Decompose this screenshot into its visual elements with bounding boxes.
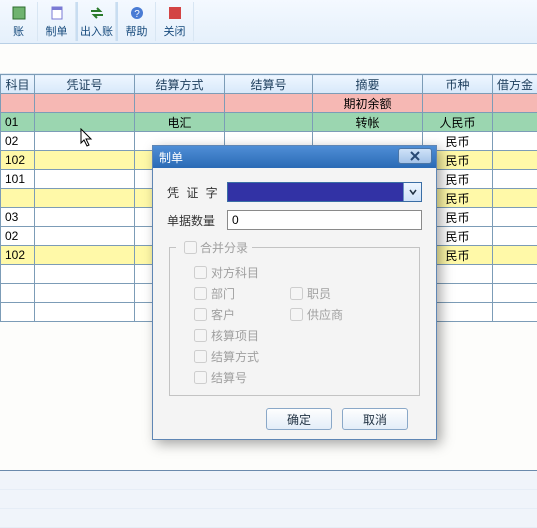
voucher-word-combo[interactable] bbox=[227, 182, 422, 202]
table-cell: 01 bbox=[1, 113, 35, 132]
table-cell bbox=[1, 94, 35, 113]
merge-group-legend: 合并分录 bbox=[176, 238, 252, 257]
table-cell bbox=[35, 227, 135, 246]
help-icon: ? bbox=[129, 5, 145, 21]
toolbar-btn-help[interactable]: ? 帮助 bbox=[118, 2, 156, 41]
table-cell: 人民币 bbox=[423, 113, 493, 132]
chk-settle-no[interactable]: 结算号 bbox=[190, 368, 286, 387]
th-settle-mode[interactable]: 结算方式 bbox=[135, 75, 225, 94]
table-cell bbox=[35, 246, 135, 265]
table-cell bbox=[35, 189, 135, 208]
book-icon bbox=[11, 5, 27, 21]
chk-dept[interactable]: 部门 bbox=[190, 284, 286, 303]
table-cell bbox=[1, 303, 35, 322]
toolbar-label: 关闭 bbox=[164, 23, 186, 39]
table-cell bbox=[1, 284, 35, 303]
toolbar-label: 制单 bbox=[46, 23, 68, 39]
dialog-titlebar[interactable]: 制单 bbox=[153, 146, 436, 168]
table-cell bbox=[493, 284, 537, 303]
transfer-icon bbox=[89, 5, 105, 21]
table-cell bbox=[493, 208, 537, 227]
chk-acct-item[interactable]: 核算项目 bbox=[190, 326, 286, 345]
toolbar-btn-close[interactable]: 关闭 bbox=[156, 2, 194, 41]
table-cell: 102 bbox=[1, 246, 35, 265]
table-cell bbox=[493, 303, 537, 322]
table-cell bbox=[225, 94, 313, 113]
table-cell bbox=[1, 265, 35, 284]
chk-opp-subject[interactable]: 对方科目 bbox=[190, 263, 286, 282]
table-cell bbox=[35, 303, 135, 322]
toolbar-label: 出入账 bbox=[80, 23, 113, 39]
chk-staff[interactable]: 职员 bbox=[286, 284, 382, 303]
make-voucher-dialog: 制单 凭 证 字 单据数量 合并分录 对方科目 bbox=[152, 145, 437, 440]
table-row[interactable]: 01 电汇 转帐人民币 bbox=[1, 113, 537, 132]
table-cell bbox=[35, 265, 135, 284]
table-cell bbox=[493, 189, 537, 208]
table-cell bbox=[35, 113, 135, 132]
table-cell bbox=[35, 284, 135, 303]
table-cell bbox=[225, 113, 313, 132]
close-x-icon bbox=[409, 151, 421, 161]
doc-count-label: 单据数量 bbox=[167, 212, 227, 229]
toolbar-btn-make[interactable]: 制单 bbox=[38, 2, 76, 41]
chevron-down-icon[interactable] bbox=[403, 183, 421, 201]
svg-text:?: ? bbox=[134, 9, 140, 20]
dialog-title-text: 制单 bbox=[159, 149, 183, 166]
table-cell bbox=[1, 189, 35, 208]
table-cell bbox=[493, 113, 537, 132]
merge-enable-checkbox[interactable] bbox=[184, 241, 197, 254]
table-cell bbox=[35, 170, 135, 189]
th-voucher-no[interactable]: 凭证号 bbox=[35, 75, 135, 94]
chk-settle-mode[interactable]: 结算方式 bbox=[190, 347, 286, 366]
table-cell bbox=[35, 94, 135, 113]
merge-group: 合并分录 对方科目 部门 职员 客户 供应商 核算项目 结算方式 结算号 bbox=[169, 238, 420, 396]
table-cell bbox=[423, 94, 493, 113]
dialog-close-button[interactable] bbox=[398, 148, 432, 164]
table-cell bbox=[35, 151, 135, 170]
table-cell bbox=[35, 208, 135, 227]
table-cell bbox=[135, 94, 225, 113]
table-header-row: 科目 凭证号 结算方式 结算号 摘要 币种 借方金 bbox=[1, 75, 537, 94]
merge-group-label: 合并分录 bbox=[200, 239, 248, 256]
table-cell bbox=[493, 265, 537, 284]
table-cell: 02 bbox=[1, 227, 35, 246]
table-cell bbox=[493, 227, 537, 246]
th-currency[interactable]: 币种 bbox=[423, 75, 493, 94]
ok-button[interactable]: 确定 bbox=[266, 408, 332, 430]
toolbar: 账 制单 出入账 ? 帮助 关闭 bbox=[0, 0, 537, 44]
th-debit[interactable]: 借方金 bbox=[493, 75, 537, 94]
toolbar-btn-inout[interactable]: 出入账 bbox=[78, 2, 116, 41]
table-cell bbox=[493, 94, 537, 113]
table-cell: 电汇 bbox=[135, 113, 225, 132]
toolbar-label: 帮助 bbox=[126, 23, 148, 39]
table-cell bbox=[493, 246, 537, 265]
table-cell: 03 bbox=[1, 208, 35, 227]
content-gap bbox=[0, 44, 537, 74]
table-cell bbox=[493, 170, 537, 189]
table-cell: 期初余额 bbox=[313, 94, 423, 113]
table-cell: 102 bbox=[1, 151, 35, 170]
toolbar-btn-account[interactable]: 账 bbox=[0, 2, 38, 41]
table-cell: 02 bbox=[1, 132, 35, 151]
cancel-button[interactable]: 取消 bbox=[342, 408, 408, 430]
dialog-body: 凭 证 字 单据数量 合并分录 对方科目 部门 职员 bbox=[153, 168, 436, 438]
th-summary[interactable]: 摘要 bbox=[313, 75, 423, 94]
toolbar-label: 账 bbox=[13, 23, 24, 39]
table-row-opening[interactable]: 期初余额 bbox=[1, 94, 537, 113]
voucher-word-label: 凭 证 字 bbox=[167, 184, 227, 201]
doc-icon bbox=[49, 5, 65, 21]
close-icon bbox=[167, 5, 183, 21]
table-cell bbox=[493, 151, 537, 170]
status-strip bbox=[0, 470, 537, 528]
table-cell: 转帐 bbox=[313, 113, 423, 132]
table-cell bbox=[35, 132, 135, 151]
doc-count-input[interactable] bbox=[227, 210, 422, 230]
table-cell bbox=[493, 132, 537, 151]
chk-supplier[interactable]: 供应商 bbox=[286, 305, 382, 324]
chk-customer[interactable]: 客户 bbox=[190, 305, 286, 324]
th-settle-no[interactable]: 结算号 bbox=[225, 75, 313, 94]
th-subject[interactable]: 科目 bbox=[1, 75, 35, 94]
table-cell: 101 bbox=[1, 170, 35, 189]
